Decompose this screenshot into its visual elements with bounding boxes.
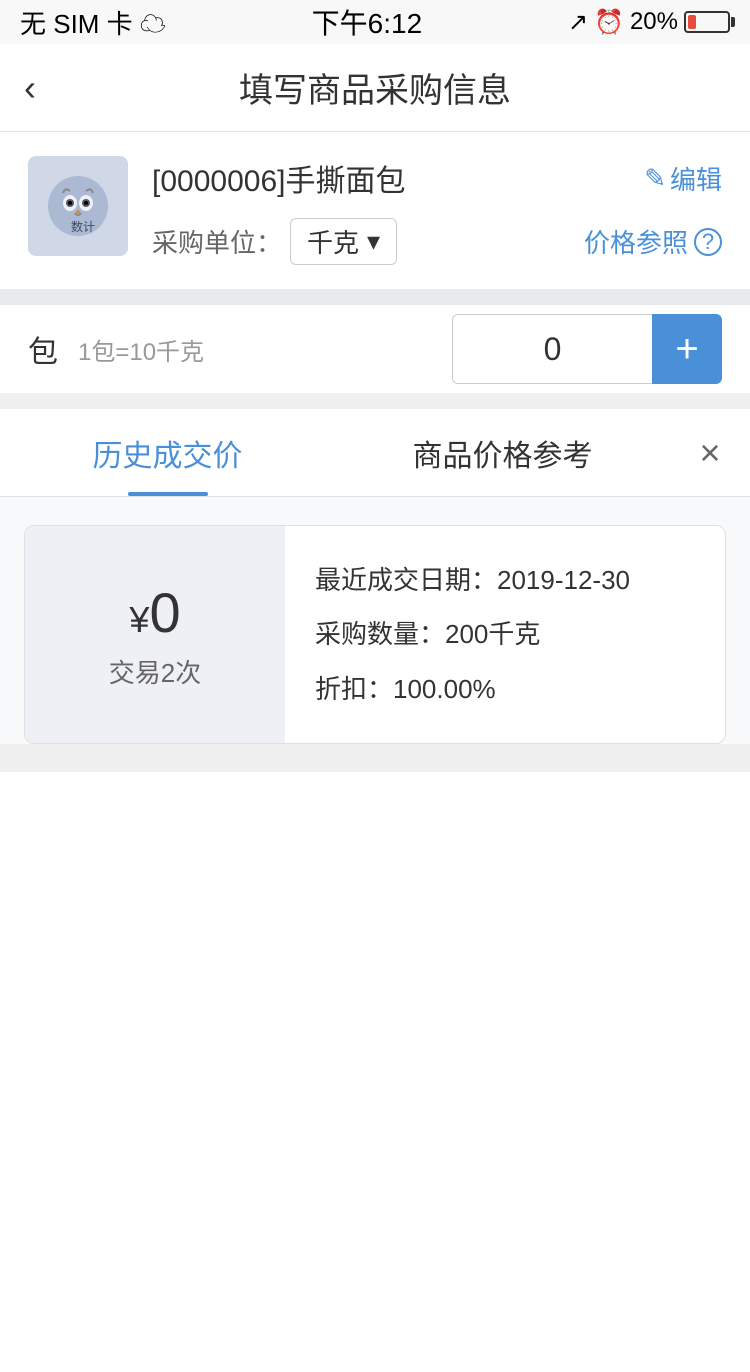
recent-date-row: 最近成交日期：2019-12-30 (315, 562, 695, 598)
quantity-row: 包 1包=10千克 + (0, 305, 750, 393)
status-bar: 无 SIM 卡 ☁ 下午6:12 ↗ ⏰ 20% (0, 0, 750, 44)
bag-label: 包 (28, 327, 58, 371)
bag-conversion: 1包=10千克 (78, 332, 432, 367)
product-row: 数计 [0000006]手撕面包 ✎ 编辑 采购单位： 千克 ▾ (28, 156, 722, 265)
tabs-section: 历史成交价 商品价格参考 × ¥0 交易2次 最近成交日期：2019-12-30… (0, 409, 750, 744)
price-reference-button[interactable]: 价格参照 ? (584, 223, 722, 260)
product-section: 数计 [0000006]手撕面包 ✎ 编辑 采购单位： 千克 ▾ (0, 132, 750, 289)
tab-product-price-ref[interactable]: 商品价格参考 (335, 409, 670, 496)
help-icon: ? (694, 228, 722, 256)
product-unit-row: 采购单位： 千克 ▾ 价格参照 ? (152, 218, 722, 265)
product-thumbnail: 数计 (28, 156, 128, 256)
battery-icon (684, 11, 730, 33)
separator (0, 289, 750, 305)
product-top-row: [0000006]手撕面包 ✎ 编辑 (152, 156, 722, 200)
card-detail-section: 最近成交日期：2019-12-30 采购数量：200千克 折扣：100.00% (285, 526, 725, 743)
status-right: ↗ ⏰ 20% (568, 8, 730, 37)
price-display: ¥0 (129, 580, 180, 645)
dropdown-arrow-icon: ▾ (367, 226, 380, 257)
page-title: 填写商品采购信息 (239, 63, 511, 112)
owl-logo-icon: 数计 (43, 171, 113, 241)
tab-active-indicator (128, 492, 208, 496)
plus-button[interactable]: + (652, 314, 722, 384)
back-button[interactable]: ‹ (24, 67, 36, 109)
bottom-content (0, 772, 750, 1372)
product-info: [0000006]手撕面包 ✎ 编辑 采购单位： 千克 ▾ 价格参照 ? (152, 156, 722, 265)
trade-count: 交易2次 (109, 653, 201, 690)
quantity-input-wrap: + (452, 314, 722, 384)
purchase-quantity-row: 采购数量：200千克 (315, 616, 695, 652)
edit-icon: ✎ (644, 163, 666, 194)
quantity-input[interactable] (452, 314, 652, 384)
alarm-icon: ⏰ (594, 8, 624, 37)
transaction-card: ¥0 交易2次 最近成交日期：2019-12-30 采购数量：200千克 折扣：… (24, 525, 726, 744)
unit-label: 采购单位： (152, 223, 282, 260)
status-time: 下午6:12 (312, 2, 423, 42)
edit-button[interactable]: ✎ 编辑 (644, 160, 722, 197)
location-icon: ↗ (568, 8, 588, 37)
tab-history-price[interactable]: 历史成交价 (0, 409, 335, 496)
tab-history-label: 历史成交价 (93, 431, 243, 475)
tabs-header: 历史成交价 商品价格参考 × (0, 409, 750, 497)
tab-price-ref-label: 商品价格参考 (413, 431, 593, 475)
close-button[interactable]: × (670, 409, 750, 497)
product-name: [0000006]手撕面包 (152, 156, 405, 200)
unit-select[interactable]: 千克 ▾ (290, 218, 397, 265)
status-left: 无 SIM 卡 ☁ (20, 4, 166, 41)
card-price-section: ¥0 交易2次 (25, 526, 285, 743)
currency-symbol: ¥ (129, 599, 149, 640)
svg-text:数计: 数计 (71, 219, 95, 234)
sim-label: 无 SIM 卡 ☁ (20, 4, 166, 41)
nav-bar: ‹ 填写商品采购信息 (0, 44, 750, 132)
battery-percent: 20% (630, 8, 678, 36)
discount-row: 折扣：100.00% (315, 671, 695, 707)
